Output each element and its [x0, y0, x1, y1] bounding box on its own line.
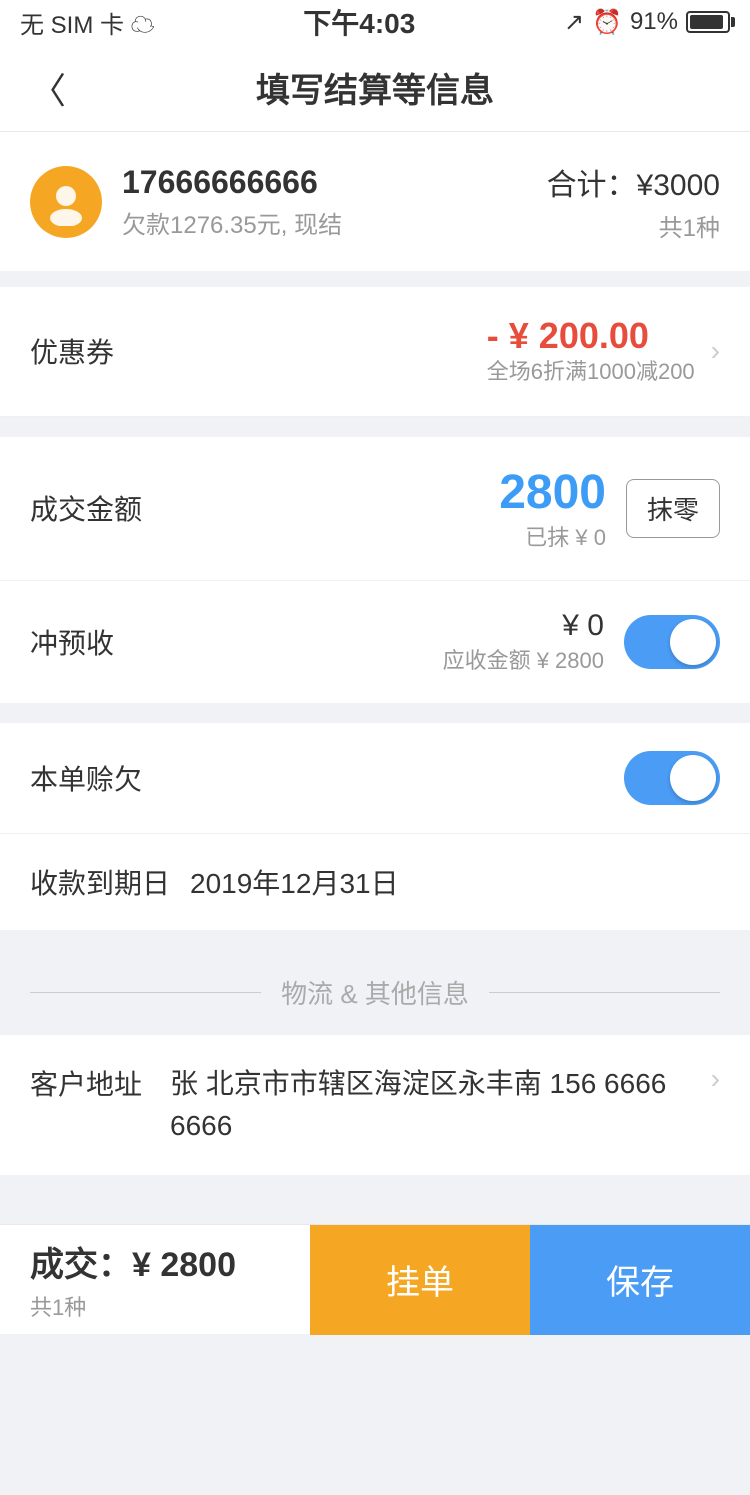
status-bar-right: ↗ ⏰ 91%: [564, 8, 730, 37]
due-date-value: 2019年12月31日: [190, 862, 399, 902]
address-chevron-icon: ›: [711, 1063, 720, 1095]
coupon-discount: - ¥ 200.00: [487, 315, 695, 357]
due-date-label: 收款到期日: [30, 862, 170, 902]
debt-label: 本单赊欠: [30, 758, 142, 798]
chevron-right-icon: ›: [711, 335, 720, 367]
prepay-sub: 应收金额 ¥ 2800: [443, 643, 604, 675]
bottom-bar: 成交：¥ 2800 共1种 挂单 保存: [0, 1224, 750, 1334]
customer-card: 17666666666 欠款1276.35元, 现结 合计：¥3000 共1种: [0, 132, 750, 271]
due-date-row: 收款到期日 2019年12月31日: [0, 833, 750, 930]
avatar: [30, 166, 102, 238]
prepay-values: ¥ 0 应收金额 ¥ 2800: [443, 609, 604, 675]
customer-total: 合计：¥3000 共1种: [547, 160, 720, 243]
divider-3: [0, 930, 750, 950]
bottom-deal-count: 共1种: [30, 1290, 280, 1322]
nav-bar: 〈 填写结算等信息: [0, 44, 750, 132]
address-label: 客户地址: [30, 1063, 150, 1103]
battery-icon: [686, 11, 730, 33]
prepay-main: ¥ 0: [443, 609, 604, 643]
location-icon: ↗: [564, 8, 584, 37]
status-bar: 无 SIM 卡 ☁ 下午4:03 ↗ ⏰ 91%: [0, 0, 750, 44]
prepay-row: 冲预收 ¥ 0 应收金额 ¥ 2800: [0, 581, 750, 703]
address-value: 张 北京市市辖区海淀区永丰南 156 6666 6666: [170, 1063, 685, 1147]
total-amount: 合计：¥3000: [547, 160, 720, 204]
customer-detail: 17666666666 欠款1276.35元, 现结: [122, 164, 342, 240]
battery-percent: 91%: [630, 8, 678, 36]
coupon-label: 优惠券: [30, 331, 114, 371]
logistics-text: 物流 & 其他信息: [261, 974, 489, 1011]
debt-toggle-knob: [670, 755, 716, 801]
bottom-summary: 成交：¥ 2800 共1种: [0, 1237, 310, 1322]
customer-info: 17666666666 欠款1276.35元, 现结: [30, 164, 342, 240]
prepay-right: ¥ 0 应收金额 ¥ 2800: [443, 609, 720, 675]
debt-row: 本单赊欠: [0, 723, 750, 833]
amount-value-group: 2800 已抹 ¥ 0: [499, 465, 606, 552]
amount-value-sub: 已抹 ¥ 0: [499, 520, 606, 552]
status-bar-time: 下午4:03: [303, 2, 415, 42]
save-button[interactable]: 保存: [530, 1225, 750, 1335]
deal-amount-row: 成交金额 2800 已抹 ¥ 0 抹零: [0, 437, 750, 581]
amount-value-main: 2800: [499, 465, 606, 520]
logistics-line-left: [30, 992, 261, 993]
prepay-label: 冲预收: [30, 622, 114, 662]
page-title: 填写结算等信息: [256, 63, 494, 112]
prepay-toggle[interactable]: [624, 615, 720, 669]
status-bar-left: 无 SIM 卡 ☁: [20, 5, 155, 40]
alarm-icon: ⏰: [592, 8, 622, 37]
coupon-desc: 全场6折满1000减200: [487, 357, 695, 388]
coupon-row[interactable]: 优惠券 - ¥ 200.00 全场6折满1000减200 ›: [0, 287, 750, 417]
total-count: 共1种: [547, 208, 720, 243]
customer-sub: 欠款1276.35元, 现结: [122, 205, 342, 240]
toggle-knob: [670, 619, 716, 665]
sim-label: 无 SIM 卡 ☁: [20, 5, 155, 40]
deal-amount-right: 2800 已抹 ¥ 0 抹零: [499, 465, 720, 552]
bottom-deal-amount: ¥ 2800: [132, 1246, 236, 1284]
coupon-right: - ¥ 200.00 全场6折满1000减200 ›: [487, 315, 720, 388]
logistics-line-right: [489, 992, 720, 993]
back-button[interactable]: 〈: [20, 52, 76, 124]
address-row[interactable]: 客户地址 张 北京市市辖区海淀区永丰南 156 6666 6666 ›: [0, 1035, 750, 1175]
bottom-deal-text: 成交：¥ 2800: [30, 1237, 280, 1286]
deal-amount-label: 成交金额: [30, 488, 142, 528]
customer-phone: 17666666666: [122, 164, 342, 201]
hold-button[interactable]: 挂单: [310, 1225, 530, 1335]
amount-section: 成交金额 2800 已抹 ¥ 0 抹零 冲预收 ¥ 0 应收金额 ¥ 2800: [0, 437, 750, 703]
round-button[interactable]: 抹零: [626, 479, 720, 538]
debt-toggle[interactable]: [624, 751, 720, 805]
divider-1: [0, 417, 750, 437]
bottom-deal-label: 成交：: [30, 1246, 132, 1284]
logistics-divider: 物流 & 其他信息: [0, 950, 750, 1035]
divider-2: [0, 703, 750, 723]
